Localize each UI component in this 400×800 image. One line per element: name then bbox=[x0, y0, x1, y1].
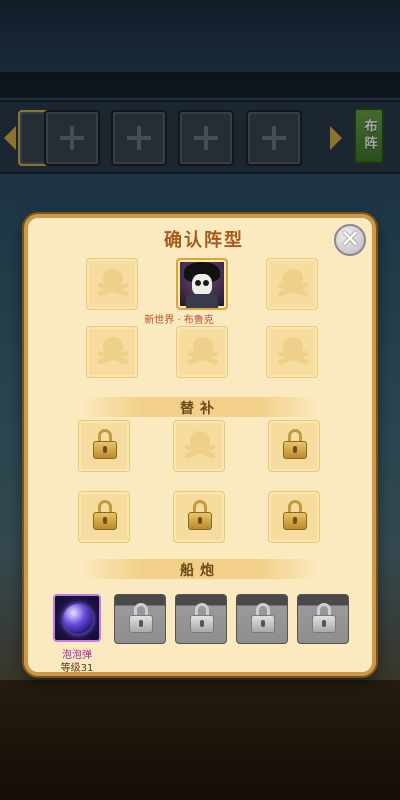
modal-title: 确认阵型 bbox=[164, 230, 244, 251]
cannons-header: 船炮 bbox=[180, 563, 220, 579]
skull-crossbones-icon bbox=[184, 431, 216, 459]
lock-icon bbox=[283, 429, 307, 459]
substitute-slot-locked[interactable] bbox=[78, 491, 130, 543]
skull-crossbones-icon bbox=[187, 337, 219, 365]
cannon-level: 等级31 bbox=[60, 663, 94, 674]
lock-icon bbox=[188, 500, 212, 530]
skull-crossbones-icon bbox=[277, 337, 309, 365]
lock-icon bbox=[129, 603, 153, 633]
lineup-slot-empty[interactable] bbox=[266, 258, 318, 310]
substitute-slot-locked[interactable] bbox=[268, 420, 320, 472]
cannon-slot-locked[interactable] bbox=[236, 594, 288, 644]
lineup-slot-empty[interactable] bbox=[86, 326, 138, 378]
substitutes-header: 替补 bbox=[180, 401, 220, 417]
lock-icon bbox=[190, 603, 214, 633]
cannon-slot-locked[interactable] bbox=[114, 594, 166, 644]
substitute-slot-empty[interactable] bbox=[173, 420, 225, 472]
lineup-slot-empty[interactable] bbox=[176, 326, 228, 378]
substitute-slot-locked[interactable] bbox=[173, 491, 225, 543]
skull-crossbones-icon bbox=[97, 269, 129, 297]
lock-icon bbox=[283, 500, 307, 530]
hero-portrait-brook bbox=[180, 262, 224, 308]
close-icon[interactable]: ✕ bbox=[334, 224, 366, 256]
lineup-slot-empty[interactable] bbox=[86, 258, 138, 310]
skull-crossbones-icon bbox=[277, 269, 309, 297]
cannon-slot-bubble[interactable] bbox=[53, 594, 101, 642]
bubble-orb-icon bbox=[63, 604, 93, 634]
lock-icon bbox=[93, 429, 117, 459]
lock-icon bbox=[312, 603, 336, 633]
hero-name: 新世界 · 布鲁克 bbox=[144, 315, 214, 326]
lineup-slot-hero[interactable] bbox=[176, 258, 228, 310]
lineup-slot-empty[interactable] bbox=[266, 326, 318, 378]
substitute-slot-locked[interactable] bbox=[268, 491, 320, 543]
cannon-slot-locked[interactable] bbox=[175, 594, 227, 644]
lock-icon bbox=[251, 603, 275, 633]
lock-icon bbox=[93, 500, 117, 530]
substitute-slot-locked[interactable] bbox=[78, 420, 130, 472]
cannon-slot-locked[interactable] bbox=[297, 594, 349, 644]
skull-crossbones-icon bbox=[97, 337, 129, 365]
